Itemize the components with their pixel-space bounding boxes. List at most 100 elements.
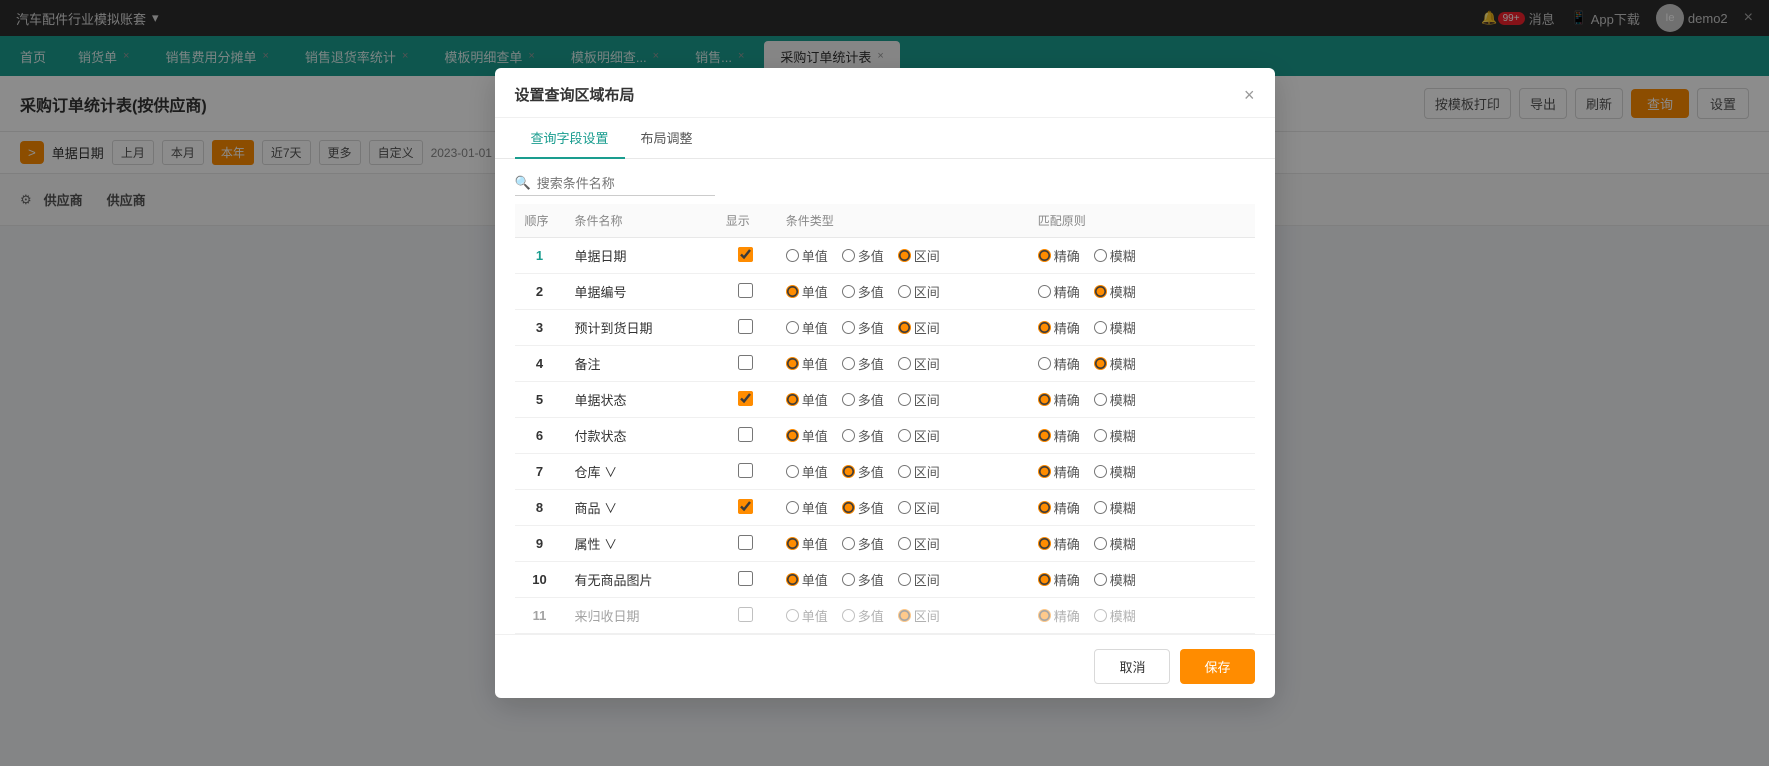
type-radio-label-多值[interactable]: 多值 (842, 390, 884, 409)
show-cell[interactable] (716, 598, 776, 634)
type-radio-单值[interactable] (786, 285, 799, 298)
type-radio-label-多值[interactable]: 多值 (842, 606, 884, 625)
type-radio-单值[interactable] (786, 537, 799, 550)
rule-radio-label-模糊[interactable]: 模糊 (1094, 354, 1136, 373)
show-checkbox-5[interactable] (738, 391, 753, 406)
rule-radio-label-精确[interactable]: 精确 (1038, 570, 1080, 589)
type-radio-多值[interactable] (842, 357, 855, 370)
type-radio-label-单值[interactable]: 单值 (786, 354, 828, 373)
cancel-button[interactable]: 取消 (1094, 649, 1170, 684)
type-radio-多值[interactable] (842, 321, 855, 334)
rule-radio-模糊[interactable] (1094, 609, 1107, 622)
rule-radio-精确[interactable] (1038, 357, 1051, 370)
type-radio-label-多值[interactable]: 多值 (842, 462, 884, 481)
type-radio-区间[interactable] (898, 357, 911, 370)
rule-radio-精确[interactable] (1038, 393, 1051, 406)
type-radio-多值[interactable] (842, 249, 855, 262)
show-cell[interactable] (716, 274, 776, 310)
show-cell[interactable] (716, 310, 776, 346)
show-cell[interactable] (716, 562, 776, 598)
type-radio-label-多值[interactable]: 多值 (842, 534, 884, 553)
rule-radio-模糊[interactable] (1094, 249, 1107, 262)
rule-radio-label-模糊[interactable]: 模糊 (1094, 570, 1136, 589)
rule-radio-label-模糊[interactable]: 模糊 (1094, 390, 1136, 409)
type-radio-label-单值[interactable]: 单值 (786, 282, 828, 301)
rule-radio-label-模糊[interactable]: 模糊 (1094, 462, 1136, 481)
rule-radio-label-精确[interactable]: 精确 (1038, 534, 1080, 553)
type-radio-label-区间[interactable]: 区间 (898, 534, 940, 553)
rule-radio-label-模糊[interactable]: 模糊 (1094, 534, 1136, 553)
rule-radio-label-精确[interactable]: 精确 (1038, 462, 1080, 481)
rule-radio-精确[interactable] (1038, 465, 1051, 478)
type-radio-label-单值[interactable]: 单值 (786, 462, 828, 481)
type-radio-label-区间[interactable]: 区间 (898, 354, 940, 373)
type-radio-label-单值[interactable]: 单值 (786, 606, 828, 625)
rule-radio-模糊[interactable] (1094, 393, 1107, 406)
type-radio-区间[interactable] (898, 573, 911, 586)
type-radio-label-单值[interactable]: 单值 (786, 246, 828, 265)
rule-radio-精确[interactable] (1038, 249, 1051, 262)
type-radio-区间[interactable] (898, 537, 911, 550)
type-radio-多值[interactable] (842, 393, 855, 406)
type-radio-多值[interactable] (842, 609, 855, 622)
type-radio-单值[interactable] (786, 465, 799, 478)
type-radio-label-区间[interactable]: 区间 (898, 498, 940, 517)
tab-query-fields[interactable]: 查询字段设置 (515, 118, 625, 159)
rule-radio-label-精确[interactable]: 精确 (1038, 606, 1080, 625)
rule-radio-label-模糊[interactable]: 模糊 (1094, 498, 1136, 517)
show-checkbox-6[interactable] (738, 427, 753, 442)
rule-radio-label-精确[interactable]: 精确 (1038, 426, 1080, 445)
rule-radio-模糊[interactable] (1094, 465, 1107, 478)
tab-layout-adjust[interactable]: 布局调整 (625, 118, 709, 159)
rule-radio-label-精确[interactable]: 精确 (1038, 318, 1080, 337)
type-radio-区间[interactable] (898, 501, 911, 514)
type-radio-label-区间[interactable]: 区间 (898, 390, 940, 409)
type-radio-多值[interactable] (842, 285, 855, 298)
rule-radio-label-精确[interactable]: 精确 (1038, 282, 1080, 301)
type-radio-单值[interactable] (786, 429, 799, 442)
rule-radio-label-精确[interactable]: 精确 (1038, 354, 1080, 373)
type-radio-label-单值[interactable]: 单值 (786, 390, 828, 409)
show-cell[interactable] (716, 418, 776, 454)
type-radio-label-多值[interactable]: 多值 (842, 318, 884, 337)
rule-radio-label-精确[interactable]: 精确 (1038, 246, 1080, 265)
show-checkbox-11[interactable] (738, 607, 753, 622)
show-checkbox-10[interactable] (738, 571, 753, 586)
type-radio-区间[interactable] (898, 429, 911, 442)
type-radio-区间[interactable] (898, 393, 911, 406)
rule-radio-精确[interactable] (1038, 609, 1051, 622)
show-cell[interactable] (716, 382, 776, 418)
rule-radio-模糊[interactable] (1094, 501, 1107, 514)
type-radio-单值[interactable] (786, 573, 799, 586)
type-radio-多值[interactable] (842, 537, 855, 550)
type-radio-单值[interactable] (786, 357, 799, 370)
rule-radio-精确[interactable] (1038, 501, 1051, 514)
type-radio-label-区间[interactable]: 区间 (898, 318, 940, 337)
search-input[interactable] (537, 176, 697, 191)
show-cell[interactable] (716, 526, 776, 562)
type-radio-区间[interactable] (898, 609, 911, 622)
type-radio-label-多值[interactable]: 多值 (842, 426, 884, 445)
rule-radio-模糊[interactable] (1094, 285, 1107, 298)
type-radio-区间[interactable] (898, 321, 911, 334)
save-button[interactable]: 保存 (1180, 649, 1254, 684)
type-radio-区间[interactable] (898, 249, 911, 262)
type-radio-label-多值[interactable]: 多值 (842, 282, 884, 301)
type-radio-label-单值[interactable]: 单值 (786, 498, 828, 517)
rule-radio-label-模糊[interactable]: 模糊 (1094, 282, 1136, 301)
rule-radio-label-精确[interactable]: 精确 (1038, 390, 1080, 409)
type-radio-label-单值[interactable]: 单值 (786, 426, 828, 445)
type-radio-label-区间[interactable]: 区间 (898, 570, 940, 589)
rule-radio-label-模糊[interactable]: 模糊 (1094, 318, 1136, 337)
type-radio-多值[interactable] (842, 501, 855, 514)
rule-radio-label-模糊[interactable]: 模糊 (1094, 606, 1136, 625)
show-cell[interactable] (716, 454, 776, 490)
rule-radio-模糊[interactable] (1094, 537, 1107, 550)
rule-radio-精确[interactable] (1038, 429, 1051, 442)
show-cell[interactable] (716, 490, 776, 526)
type-radio-区间[interactable] (898, 465, 911, 478)
type-radio-多值[interactable] (842, 573, 855, 586)
show-checkbox-9[interactable] (738, 535, 753, 550)
type-radio-多值[interactable] (842, 429, 855, 442)
rule-radio-模糊[interactable] (1094, 573, 1107, 586)
